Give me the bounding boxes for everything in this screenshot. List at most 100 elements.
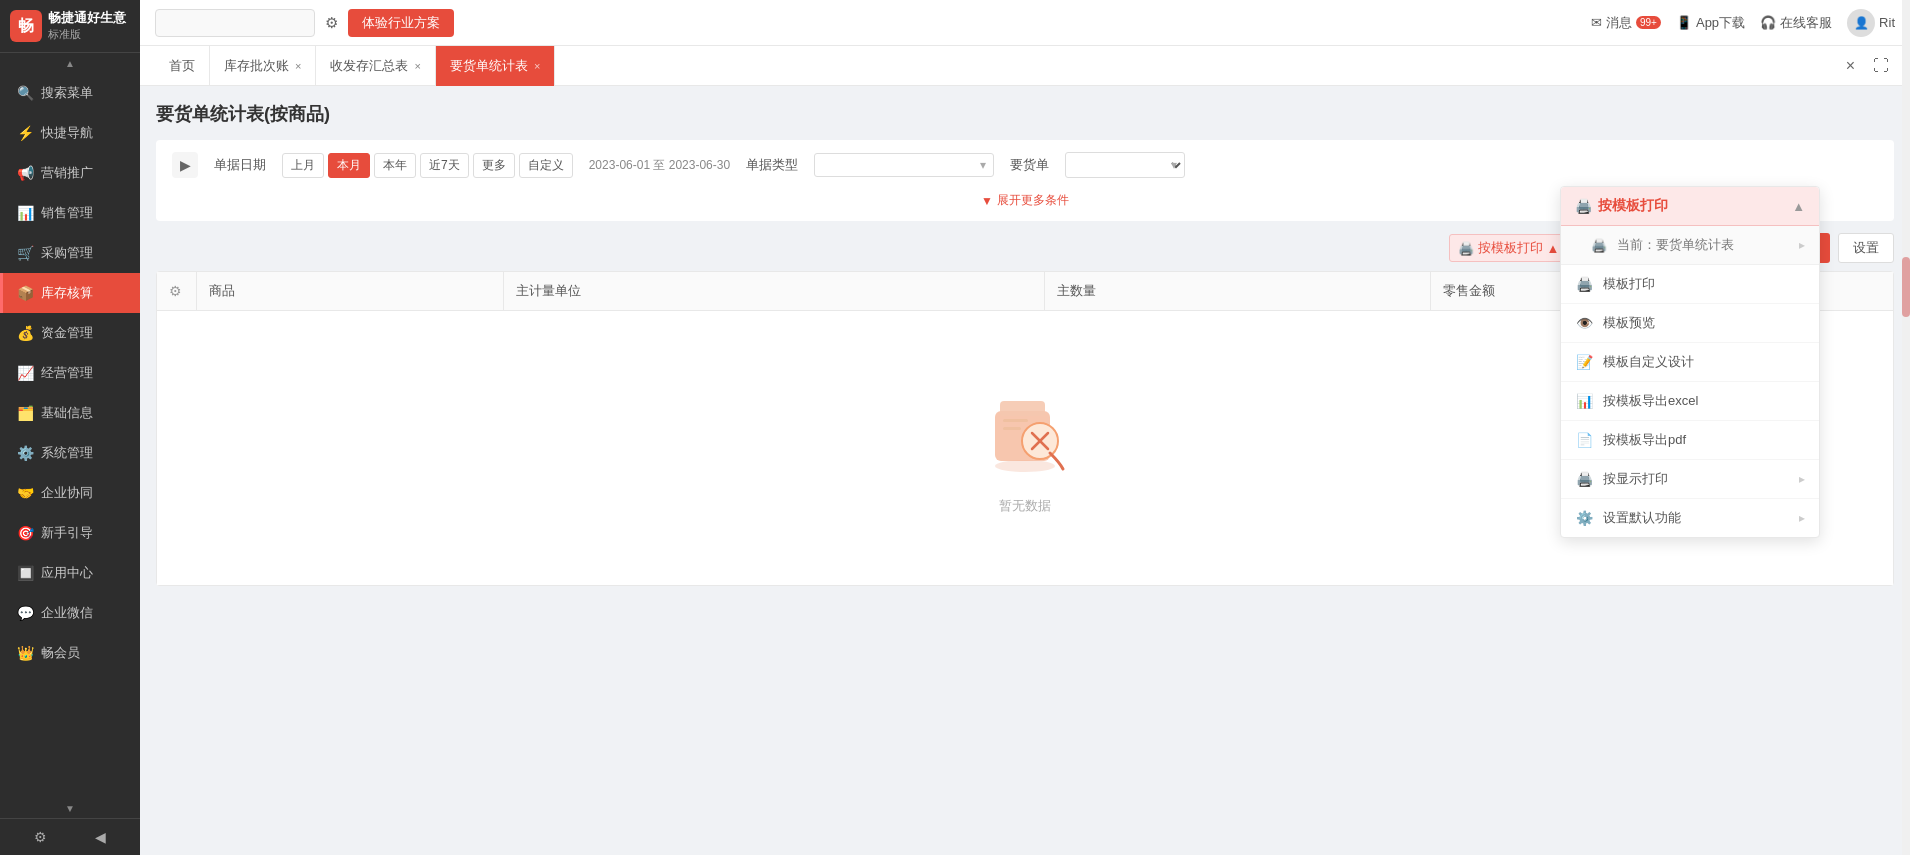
tab-resize-btn[interactable]: ⛶ [1867, 55, 1895, 77]
sidebar-item-newbie[interactable]: 🎯 新手引导 [0, 513, 140, 553]
template-design-label: 模板自定义设计 [1603, 353, 1694, 371]
tab-receipt-summary[interactable]: 收发存汇总表 × [316, 46, 435, 86]
trial-btn[interactable]: 体验行业方案 [348, 9, 454, 37]
date-more-btn[interactable]: 更多 [473, 153, 515, 178]
tab-requisition-stats[interactable]: 要货单统计表 × [436, 46, 555, 86]
default-function-icon: ⚙️ [1575, 510, 1593, 526]
operations-icon: 📈 [15, 363, 35, 383]
sidebar-item-operations-label: 经营管理 [41, 364, 93, 382]
topbar-left: ⚙ 体验行业方案 [155, 9, 454, 37]
sidebar-item-finance-label: 资金管理 [41, 324, 93, 342]
dropdown-chevron-up-icon[interactable]: ▲ [1792, 199, 1805, 214]
top-search-input[interactable] [155, 9, 315, 37]
expand-conditions-btn[interactable]: ▼ 展开更多条件 [981, 192, 1069, 209]
col-product: 商品 [197, 272, 504, 311]
brand-icon: 畅 [10, 10, 42, 42]
col-quantity: 主数量 [1045, 272, 1430, 311]
template-print-icon: 🖨️ [1575, 276, 1593, 292]
filter-toggle-btn[interactable]: ▶ [172, 152, 198, 178]
dropdown-item-template-design[interactable]: 📝 模板自定义设计 [1561, 343, 1819, 382]
settings-gear-icon[interactable]: ⚙ [325, 14, 338, 32]
date-current-year-btn[interactable]: 本年 [374, 153, 416, 178]
tab-inventory-batch[interactable]: 库存批次账 × [210, 46, 316, 86]
basic-icon: 🗂️ [15, 403, 35, 423]
vertical-scrollbar[interactable] [1902, 86, 1910, 855]
date-buttons: 上月 本月 本年 近7天 更多 自定义 [282, 153, 573, 178]
sidebar-item-basic[interactable]: 🗂️ 基础信息 [0, 393, 140, 433]
sidebar-item-search[interactable]: 🔍 搜索菜单 [0, 73, 140, 113]
template-design-icon: 📝 [1575, 354, 1593, 370]
message-badge: 99+ [1636, 16, 1661, 29]
sidebar-item-enterprise[interactable]: 🤝 企业协同 [0, 473, 140, 513]
scroll-down-btn[interactable]: ▼ [0, 798, 140, 818]
date-prev-month-btn[interactable]: 上月 [282, 153, 324, 178]
app-download-label: App下载 [1696, 14, 1745, 32]
dropdown-current-item[interactable]: 🖨️ 当前：要货单统计表 ▸ [1561, 226, 1819, 265]
col-settings: ⚙ [157, 272, 197, 311]
print-template-btn[interactable]: 🖨️ 按模板打印 ▲ [1449, 234, 1569, 262]
order-type-label: 单据类型 [746, 156, 798, 174]
tabs-window-controls: × ⛶ [1840, 55, 1895, 77]
finance-icon: 💰 [15, 323, 35, 343]
sidebar-item-member[interactable]: 👑 畅会员 [0, 633, 140, 673]
scrollbar-thumb[interactable] [1902, 257, 1910, 317]
dropdown-print-icon: 🖨️ [1575, 198, 1592, 214]
sidebar-item-wechat[interactable]: 💬 企业微信 [0, 593, 140, 633]
tab-inventory-batch-close[interactable]: × [295, 60, 301, 72]
dropdown-header-right: ▲ [1792, 199, 1805, 214]
search-icon: 🔍 [15, 83, 35, 103]
sidebar-item-marketing[interactable]: 📢 营销推广 [0, 153, 140, 193]
page-content: 要货单统计表(按商品) ▶ 单据日期 上月 本月 本年 近7天 更多 自定义 2… [140, 86, 1910, 855]
dropdown-item-display-print[interactable]: 🖨️ 按显示打印 ▸ [1561, 460, 1819, 499]
sidebar-item-operations[interactable]: 📈 经营管理 [0, 353, 140, 393]
order-type-select[interactable] [814, 153, 994, 177]
date-last7-btn[interactable]: 近7天 [420, 153, 469, 178]
dropdown-item-template-pdf[interactable]: 📄 按模板导出pdf [1561, 421, 1819, 460]
sidebar-item-quick-nav[interactable]: ⚡ 快捷导航 [0, 113, 140, 153]
template-print-label: 模板打印 [1603, 275, 1655, 293]
dropdown-item-template-print[interactable]: 🖨️ 模板打印 [1561, 265, 1819, 304]
app-download-btn[interactable]: 📱 App下载 [1676, 14, 1745, 32]
sidebar-item-finance[interactable]: 💰 资金管理 [0, 313, 140, 353]
sidebar-item-sales[interactable]: 📊 销售管理 [0, 193, 140, 233]
sidebar-settings-btn[interactable]: ⚙ [34, 829, 47, 845]
settings-btn[interactable]: 设置 [1838, 233, 1894, 263]
empty-text: 暂无数据 [999, 497, 1051, 515]
sidebar-item-sales-label: 销售管理 [41, 204, 93, 222]
template-preview-icon: 👁️ [1575, 315, 1593, 331]
user-avatar-btn[interactable]: 👤 Rit [1847, 9, 1895, 37]
tab-home[interactable]: 首页 [155, 46, 210, 86]
sidebar-item-appstore-label: 应用中心 [41, 564, 93, 582]
tab-close-all-btn[interactable]: × [1840, 55, 1861, 77]
sidebar-item-system[interactable]: ⚙️ 系统管理 [0, 433, 140, 473]
date-current-month-btn[interactable]: 本月 [328, 153, 370, 178]
sidebar-item-appstore[interactable]: 🔲 应用中心 [0, 553, 140, 593]
requisition-select[interactable] [1065, 152, 1185, 178]
dropdown-item-default-function[interactable]: ⚙️ 设置默认功能 ▸ [1561, 499, 1819, 537]
tab-receipt-summary-label: 收发存汇总表 [330, 57, 408, 75]
sidebar-item-basic-label: 基础信息 [41, 404, 93, 422]
table-settings-icon[interactable]: ⚙ [169, 283, 182, 299]
dropdown-item-template-preview[interactable]: 👁️ 模板预览 [1561, 304, 1819, 343]
avatar: 👤 [1847, 9, 1875, 37]
print-label: 按模板打印 [1478, 239, 1543, 257]
tab-receipt-summary-close[interactable]: × [414, 60, 420, 72]
tab-inventory-batch-label: 库存批次账 [224, 57, 289, 75]
message-label: 消息 [1606, 14, 1632, 32]
app-download-icon: 📱 [1676, 15, 1692, 30]
template-excel-icon: 📊 [1575, 393, 1593, 409]
svg-rect-2 [1000, 401, 1045, 416]
tab-requisition-stats-close[interactable]: × [534, 60, 540, 72]
sidebar-collapse-btn[interactable]: ◀ [95, 829, 106, 845]
online-service-btn[interactable]: 🎧 在线客服 [1760, 14, 1832, 32]
sidebar-item-purchase[interactable]: 🛒 采购管理 [0, 233, 140, 273]
default-function-arrow: ▸ [1799, 511, 1805, 525]
enterprise-icon: 🤝 [15, 483, 35, 503]
scroll-up-btn[interactable]: ▲ [0, 53, 140, 73]
print-icon: 🖨️ [1458, 241, 1474, 256]
date-custom-btn[interactable]: 自定义 [519, 153, 573, 178]
sidebar-item-inventory[interactable]: 📦 库存核算 [0, 273, 140, 313]
message-btn[interactable]: ✉ 消息 99+ [1591, 14, 1661, 32]
system-icon: ⚙️ [15, 443, 35, 463]
dropdown-item-template-excel[interactable]: 📊 按模板导出excel [1561, 382, 1819, 421]
